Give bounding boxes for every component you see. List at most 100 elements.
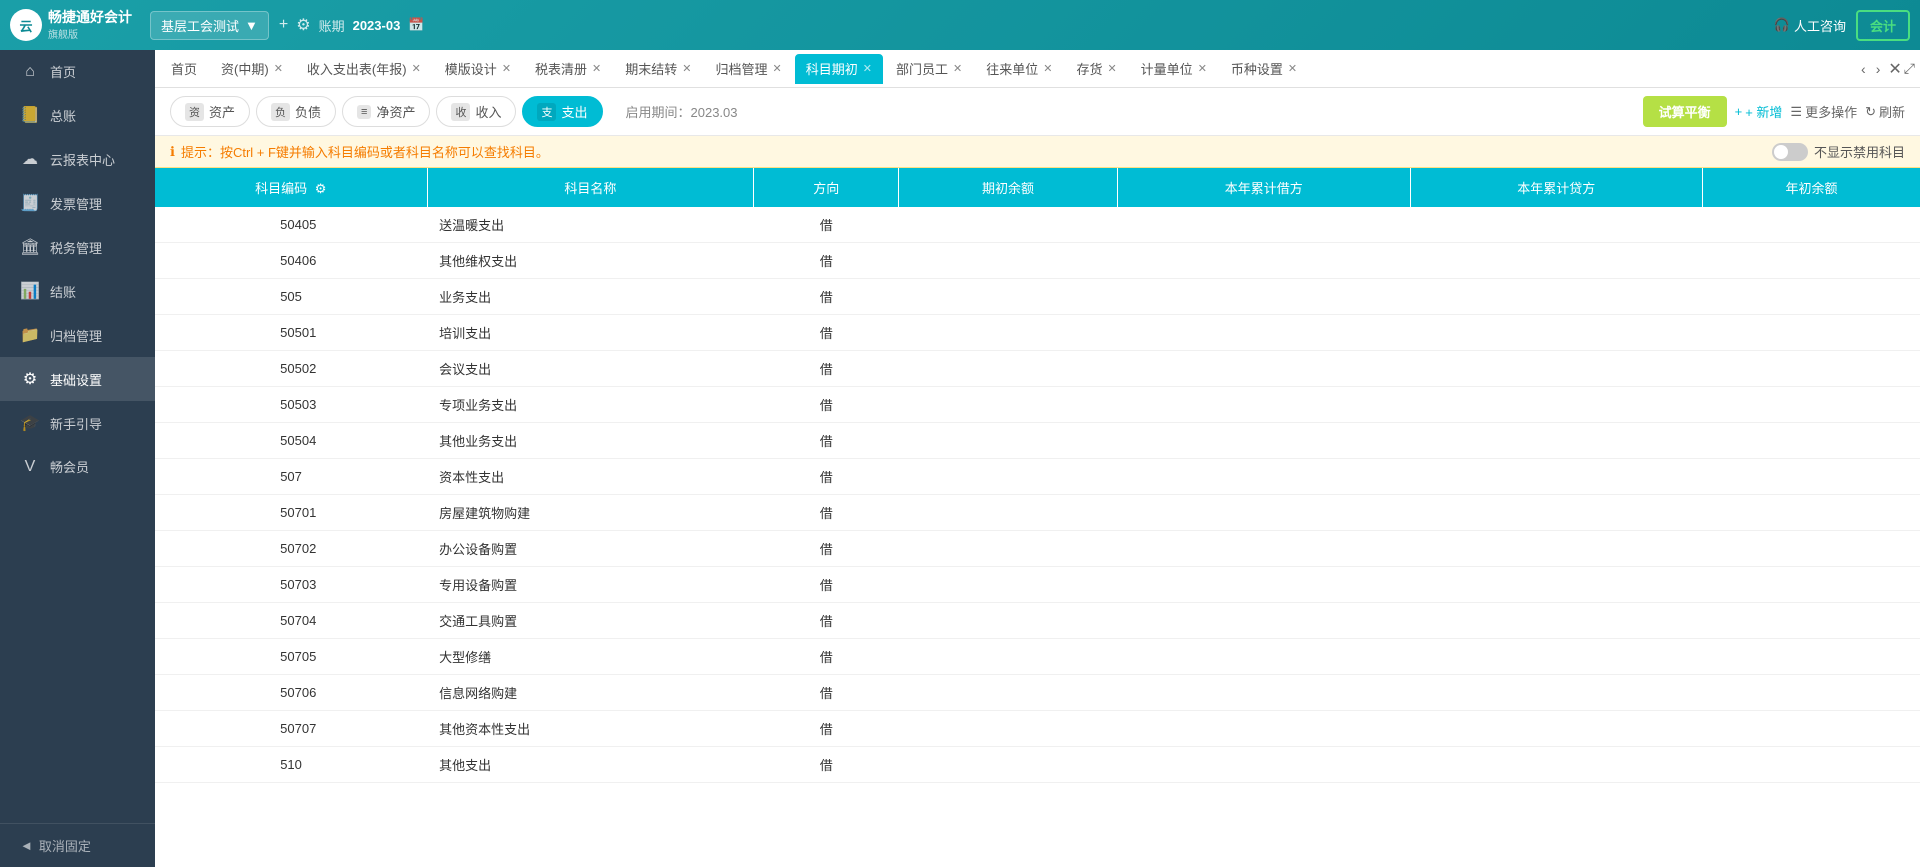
tab-label-home: 首页 xyxy=(171,59,197,78)
add-button[interactable]: + + 新增 xyxy=(1735,102,1783,121)
cell-ytd-credit xyxy=(1410,531,1703,567)
guide-icon: 🎓 xyxy=(20,413,40,433)
cell-name: 其他支出 xyxy=(427,747,754,783)
tab-balance-period[interactable]: 资(中期)✕ xyxy=(210,54,294,84)
project-selector[interactable]: 基层工会测试 ▼ xyxy=(150,11,269,40)
tab-income-annual[interactable]: 收入支出表(年报)✕ xyxy=(296,54,432,84)
sidebar-item-home[interactable]: ⌂首页 xyxy=(0,50,155,93)
tab-tax-clear[interactable]: 税表清册✕ xyxy=(524,54,612,84)
sidebar-item-member[interactable]: V畅会员 xyxy=(0,445,155,488)
ai-consult-button[interactable]: 🎧 人工咨询 xyxy=(1774,16,1846,35)
tab-unit[interactable]: 计量单位 ✕ xyxy=(1130,54,1218,84)
tab-label-currency: 币种设置 xyxy=(1231,59,1283,78)
cell-direction: 借 xyxy=(754,603,899,639)
sidebar-item-archive[interactable]: 📁归档管理 xyxy=(0,313,155,357)
tab-close-income-annual[interactable]: ✕ xyxy=(412,62,421,75)
sidebar-item-settings[interactable]: ⚙基础设置 xyxy=(0,357,155,401)
tab-close-period-transfer[interactable]: ✕ xyxy=(682,62,691,75)
collapse-icon: ◄ xyxy=(20,838,33,853)
tab-close-inventory[interactable]: ✕ xyxy=(1107,62,1116,75)
cell-code: 50707 xyxy=(155,711,427,747)
gear-icon[interactable]: ⚙ xyxy=(315,181,327,196)
cell-opening xyxy=(899,675,1118,711)
cell-year-opening xyxy=(1703,243,1920,279)
sidebar-item-tax[interactable]: 🏛税务管理 xyxy=(0,225,155,269)
tab-home[interactable]: 首页 xyxy=(160,54,208,84)
sub-tab-liability[interactable]: 负负债 xyxy=(256,96,336,127)
sidebar-item-ledger[interactable]: 📒总账 xyxy=(0,93,155,137)
tab-label-counterpart: 往来单位 xyxy=(986,59,1038,78)
tab-close-archive-mgmt[interactable]: ✕ xyxy=(773,62,782,75)
calc-balance-button[interactable]: 试算平衡 xyxy=(1643,96,1727,127)
sidebar-item-invoice[interactable]: 🧾发票管理 xyxy=(0,181,155,225)
sidebar-item-settlement[interactable]: 📊结账 xyxy=(0,269,155,313)
table-row: 505 业务支出 借 xyxy=(155,279,1920,315)
tab-close-counterpart[interactable]: ✕ xyxy=(1043,62,1052,75)
sub-tab-expense[interactable]: 支支出 xyxy=(522,96,602,127)
tab-close-tax-clear[interactable]: ✕ xyxy=(592,62,601,75)
tab-archive-mgmt[interactable]: 归档管理 ✕ xyxy=(705,54,793,84)
tab-counterpart[interactable]: 往来单位 ✕ xyxy=(975,54,1063,84)
table-container[interactable]: 科目编码 ⚙ 科目名称 方向 期初余额 本年累计借方 本年累计贷方 年初余额 xyxy=(155,168,1920,867)
cell-year-opening xyxy=(1703,207,1920,243)
sidebar-item-cloud-report[interactable]: ☁云报表中心 xyxy=(0,137,155,181)
cell-ytd-debit xyxy=(1117,603,1410,639)
tab-prev-button[interactable]: ‹ xyxy=(1857,59,1870,79)
tab-close-balance-period[interactable]: ✕ xyxy=(274,62,283,75)
cell-direction: 借 xyxy=(754,711,899,747)
tab-dept-staff[interactable]: 部门员工✕ xyxy=(885,54,973,84)
add-icon[interactable]: + xyxy=(279,16,288,34)
show-disabled-toggle[interactable] xyxy=(1772,143,1808,161)
cell-ytd-credit xyxy=(1410,351,1703,387)
sub-tab-label-net-asset: 净资产 xyxy=(376,102,415,121)
cell-name: 培训支出 xyxy=(427,315,754,351)
cell-year-opening xyxy=(1703,747,1920,783)
kuaiji-button[interactable]: 会计 xyxy=(1856,10,1910,41)
cell-ytd-debit xyxy=(1117,567,1410,603)
cell-name: 办公设备购置 xyxy=(427,531,754,567)
tab-inventory[interactable]: 存货✕ xyxy=(1065,54,1127,84)
tab-template[interactable]: 模版设计 ✕ xyxy=(434,54,522,84)
tab-currency[interactable]: 币种设置 ✕ xyxy=(1220,54,1308,84)
col-code: 科目编码 ⚙ xyxy=(155,168,427,207)
sidebar-item-guide[interactable]: 🎓新手引导 xyxy=(0,401,155,445)
cell-ytd-credit xyxy=(1410,387,1703,423)
tab-label-archive-mgmt: 归档管理 xyxy=(716,59,768,78)
tab-expand-button[interactable]: ⤢ xyxy=(1904,60,1915,77)
table-row: 50707 其他资本性支出 借 xyxy=(155,711,1920,747)
cell-year-opening xyxy=(1703,531,1920,567)
refresh-button[interactable]: ↻ 刷新 xyxy=(1865,102,1905,121)
cell-ytd-debit xyxy=(1117,459,1410,495)
cell-ytd-credit xyxy=(1410,603,1703,639)
sidebar-collapse-button[interactable]: ◄ 取消固定 xyxy=(0,823,155,867)
tab-label-subject-init: 科目期初 xyxy=(806,59,858,78)
plus-icon: + xyxy=(1735,104,1743,119)
sub-tab-net-asset[interactable]: ≡净资产 xyxy=(342,96,430,127)
tab-close-template[interactable]: ✕ xyxy=(502,62,511,75)
more-actions-button[interactable]: ☰ 更多操作 xyxy=(1790,102,1857,121)
sub-tab-asset[interactable]: 资资产 xyxy=(170,96,250,127)
tab-close-unit[interactable]: ✕ xyxy=(1198,62,1207,75)
calendar-icon[interactable]: 📅 xyxy=(408,17,424,33)
tab-next-button[interactable]: › xyxy=(1872,59,1885,79)
tab-close-all-button[interactable]: ✕ xyxy=(1888,59,1901,79)
cell-opening xyxy=(899,459,1118,495)
cell-direction: 借 xyxy=(754,423,899,459)
tab-subject-init[interactable]: 科目期初 ✕ xyxy=(795,54,883,84)
accounts-table: 科目编码 ⚙ 科目名称 方向 期初余额 本年累计借方 本年累计贷方 年初余额 xyxy=(155,168,1920,783)
tab-label-template: 模版设计 xyxy=(445,59,497,78)
cell-ytd-debit xyxy=(1117,423,1410,459)
cell-code: 50705 xyxy=(155,639,427,675)
cell-ytd-debit xyxy=(1117,315,1410,351)
tab-period-transfer[interactable]: 期末结转✕ xyxy=(614,54,702,84)
cell-code: 505 xyxy=(155,279,427,315)
table-row: 50406 其他维权支出 借 xyxy=(155,243,1920,279)
tab-close-subject-init[interactable]: ✕ xyxy=(863,62,872,75)
cell-year-opening xyxy=(1703,711,1920,747)
tab-label-unit: 计量单位 xyxy=(1141,59,1193,78)
tab-close-currency[interactable]: ✕ xyxy=(1288,62,1297,75)
app-name: 畅捷通好会计 xyxy=(48,9,132,26)
sub-tab-income[interactable]: 收收入 xyxy=(436,96,516,127)
tab-close-dept-staff[interactable]: ✕ xyxy=(953,62,962,75)
settings-icon[interactable]: ⚙ xyxy=(296,15,310,35)
